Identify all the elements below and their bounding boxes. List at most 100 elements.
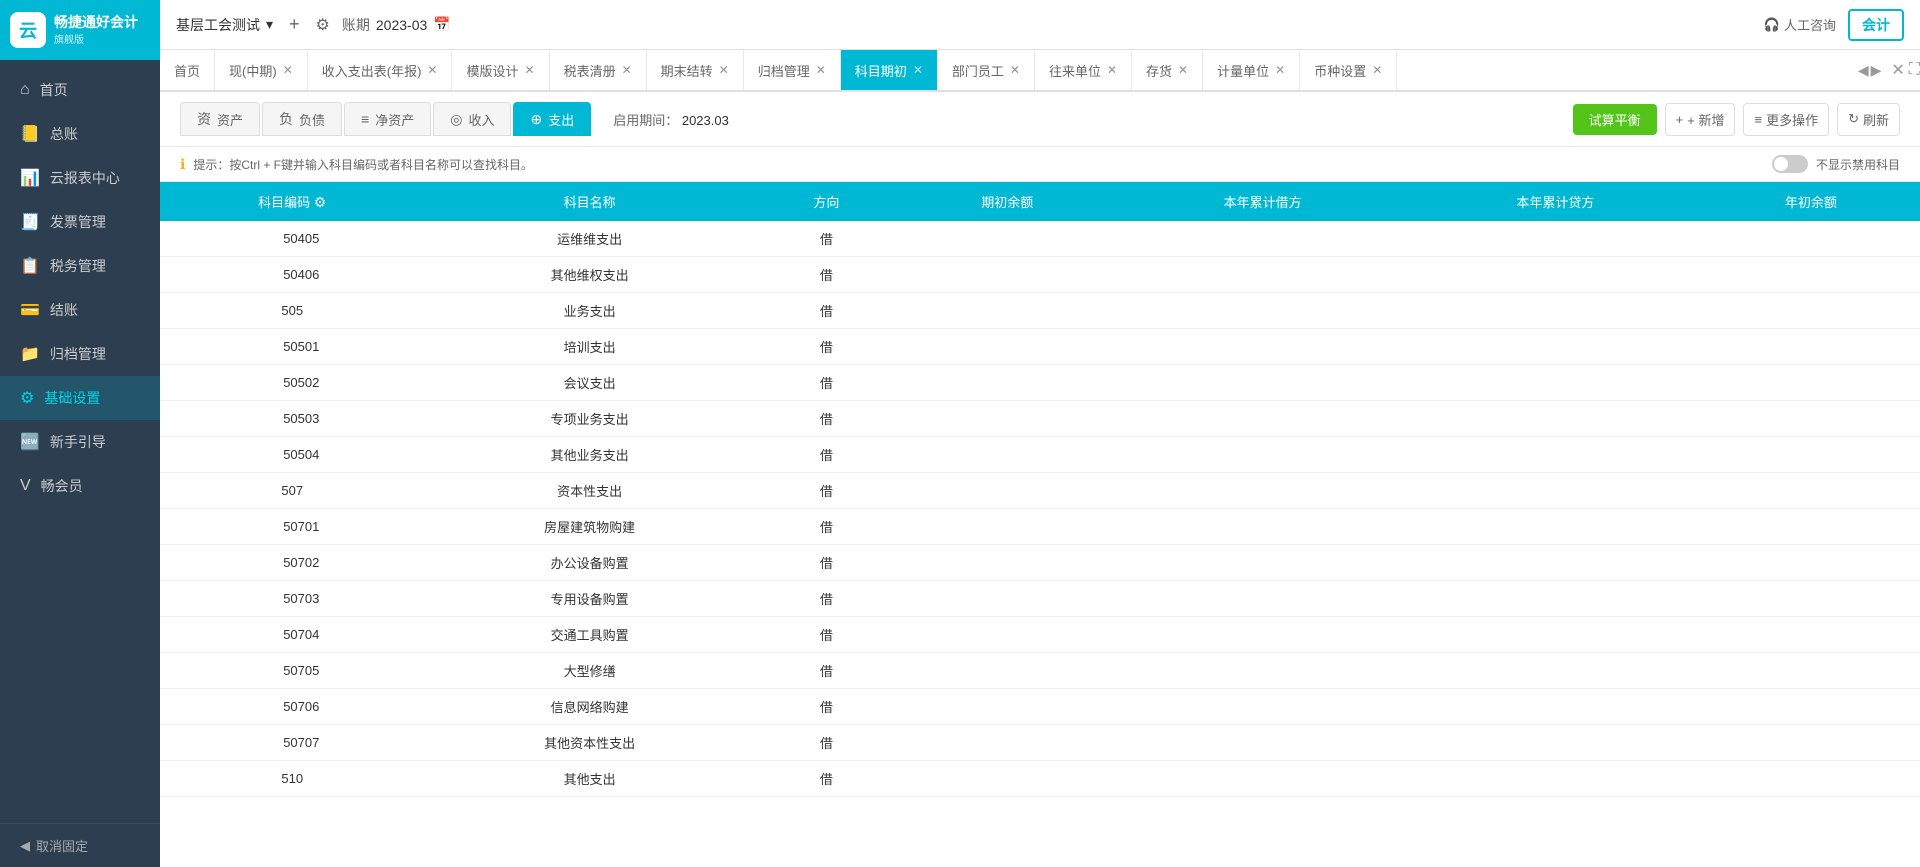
cell-ytd-debit-11 <box>1116 617 1409 653</box>
table-row[interactable]: 50503 专项业务支出 借 <box>160 401 1920 437</box>
sidebar-item-settings[interactable]: ⚙ 基础设置 <box>0 376 160 420</box>
cell-direction-0: 借 <box>755 221 899 257</box>
sidebar-item-archive[interactable]: 📁 归档管理 <box>0 332 160 376</box>
tab-taxclear[interactable]: 税表清册✕ <box>550 50 647 91</box>
tab-close-taxclear[interactable]: ✕ <box>622 63 632 77</box>
tab-dept[interactable]: 部门员工✕ <box>938 50 1035 91</box>
subjects-table-container[interactable]: 科目编码 ⚙ 科目名称 方向 期初余额 本年累计借方 本年累计贷方 年初余额 5… <box>160 182 1920 867</box>
content-tab-income2[interactable]: ◎ 收入 <box>433 102 511 136</box>
tab-close-template[interactable]: ✕ <box>525 63 535 77</box>
cell-direction-1: 借 <box>755 257 899 293</box>
cell-year-opening-13 <box>1702 689 1920 725</box>
tab-income[interactable]: 收入支出表(年报) ✕ <box>308 50 453 91</box>
company-selector[interactable]: 基层工会测试 ▾ <box>176 15 273 35</box>
cell-opening-1 <box>898 257 1116 293</box>
company-settings-icon[interactable]: ⚙ <box>316 15 330 35</box>
table-row[interactable]: 50703 专用设备购置 借 <box>160 581 1920 617</box>
support-label: 人工咨询 <box>1784 15 1836 34</box>
sidebar-item-guide[interactable]: 🆕 新手引导 <box>0 420 160 464</box>
sidebar-label-ledger: 总账 <box>50 124 78 144</box>
cell-ytd-credit-13 <box>1409 689 1702 725</box>
tabbar-arrows: ◀ ▶ <box>1852 62 1888 79</box>
sidebar-collapse[interactable]: ◀ 取消固定 <box>0 823 160 867</box>
tab-inventory[interactable]: 存货✕ <box>1132 50 1203 91</box>
tab-close-unit[interactable]: ✕ <box>1275 63 1285 77</box>
cell-code-5: 50503 <box>160 401 425 437</box>
add-button[interactable]: + + 新增 <box>1665 103 1736 136</box>
tab-close-subject[interactable]: ✕ <box>913 63 923 77</box>
table-row[interactable]: 510 其他支出 借 <box>160 761 1920 797</box>
more-actions-button[interactable]: ≡ 更多操作 <box>1743 103 1829 136</box>
period-selector[interactable]: 账期 2023-03 📅 <box>342 15 451 35</box>
content-tab-expense[interactable]: ⊕ 支出 <box>513 102 591 136</box>
table-row[interactable]: 50702 办公设备购置 借 <box>160 545 1920 581</box>
sidebar-item-reports[interactable]: 📊 云报表中心 <box>0 156 160 200</box>
table-row[interactable]: 50706 信息网络购建 借 <box>160 689 1920 725</box>
table-row[interactable]: 50406 其他维权支出 借 <box>160 257 1920 293</box>
tab-close-dept[interactable]: ✕ <box>1010 63 1020 77</box>
sidebar-item-member[interactable]: V 畅会员 <box>0 464 160 508</box>
cell-name-3: 培训支出 <box>425 329 755 365</box>
tab-unit[interactable]: 计量单位✕ <box>1203 50 1300 91</box>
content-header: 资 资产 负 负债 ≡ 净资产 ◎ 收入 ⊕ 支出 启用期间： 2023.03 … <box>160 92 1920 147</box>
column-settings-icon[interactable]: ⚙ <box>314 194 327 210</box>
refresh-button[interactable]: ↻ 刷新 <box>1837 103 1900 136</box>
balance-button[interactable]: 试算平衡 <box>1573 104 1657 135</box>
expand-icon[interactable]: ⛶ <box>1909 61 1920 79</box>
content-tab-liability[interactable]: 负 负债 <box>262 102 342 136</box>
tab-next-arrow[interactable]: ▶ <box>1871 62 1882 79</box>
table-row[interactable]: 507 资本性支出 借 <box>160 473 1920 509</box>
content-tab-asset[interactable]: 资 资产 <box>180 102 260 136</box>
table-row[interactable]: 50502 会议支出 借 <box>160 365 1920 401</box>
cell-ytd-credit-9 <box>1409 545 1702 581</box>
tab-label-income: 收入支出表(年报) <box>322 61 422 80</box>
sidebar-item-tax[interactable]: 📋 税务管理 <box>0 244 160 288</box>
table-row[interactable]: 50501 培训支出 借 <box>160 329 1920 365</box>
sidebar-item-ledger[interactable]: 📒 总账 <box>0 112 160 156</box>
cell-direction-14: 借 <box>755 725 899 761</box>
cell-opening-2 <box>898 293 1116 329</box>
tab-currency[interactable]: 币种设置✕ <box>1300 50 1397 91</box>
cell-ytd-debit-5 <box>1116 401 1409 437</box>
tab-close-contacts[interactable]: ✕ <box>1107 63 1117 77</box>
tab-close-currency[interactable]: ✕ <box>1372 63 1382 77</box>
tab-close-filing[interactable]: ✕ <box>816 63 826 77</box>
tab-filing[interactable]: 归档管理✕ <box>744 50 841 91</box>
collapse-label: 取消固定 <box>36 836 88 855</box>
tab-home[interactable]: 首页 <box>160 50 215 91</box>
cell-ytd-debit-1 <box>1116 257 1409 293</box>
close-all-tabs-icon[interactable]: ✕ <box>1891 60 1904 80</box>
table-row[interactable]: 50405 运维维支出 借 <box>160 221 1920 257</box>
table-row[interactable]: 50704 交通工具购置 借 <box>160 617 1920 653</box>
table-row[interactable]: 50705 大型修缮 借 <box>160 653 1920 689</box>
sidebar-item-invoice[interactable]: 🧾 发票管理 <box>0 200 160 244</box>
add-company-button[interactable]: + <box>285 14 304 35</box>
tab-close-inventory[interactable]: ✕ <box>1178 63 1188 77</box>
table-row[interactable]: 50707 其他资本性支出 借 <box>160 725 1920 761</box>
tab-label-contacts: 往来单位 <box>1049 61 1101 80</box>
tab-close-cashflow[interactable]: ✕ <box>283 63 293 77</box>
support-button[interactable]: 🎧 人工咨询 <box>1764 15 1836 34</box>
cell-year-opening-6 <box>1702 437 1920 473</box>
account-button[interactable]: 会计 <box>1848 9 1904 41</box>
sidebar-item-checkout[interactable]: 💳 结账 <box>0 288 160 332</box>
tab-template[interactable]: 模版设计✕ <box>452 50 549 91</box>
tab-cashflow[interactable]: 现(中期)✕ <box>215 50 308 91</box>
tab-prev-arrow[interactable]: ◀ <box>1858 62 1869 79</box>
content-tab-net_asset[interactable]: ≡ 净资产 <box>344 102 431 136</box>
cell-year-opening-4 <box>1702 365 1920 401</box>
tab-subject[interactable]: 科目期初✕ <box>841 50 938 91</box>
table-row[interactable]: 505 业务支出 借 <box>160 293 1920 329</box>
table-row[interactable]: 50504 其他业务支出 借 <box>160 437 1920 473</box>
content-tab-icon-net_asset: ≡ <box>361 111 369 127</box>
disable-toggle[interactable] <box>1772 155 1808 173</box>
tab-close-periodend[interactable]: ✕ <box>719 63 729 77</box>
cell-opening-8 <box>898 509 1116 545</box>
cell-direction-2: 借 <box>755 293 899 329</box>
tab-close-income[interactable]: ✕ <box>427 63 437 77</box>
cell-year-opening-8 <box>1702 509 1920 545</box>
tab-periodend[interactable]: 期末结转✕ <box>647 50 744 91</box>
table-row[interactable]: 50701 房屋建筑物购建 借 <box>160 509 1920 545</box>
sidebar-item-home[interactable]: ⌂ 首页 <box>0 68 160 112</box>
tab-contacts[interactable]: 往来单位 ✕ <box>1035 50 1132 91</box>
